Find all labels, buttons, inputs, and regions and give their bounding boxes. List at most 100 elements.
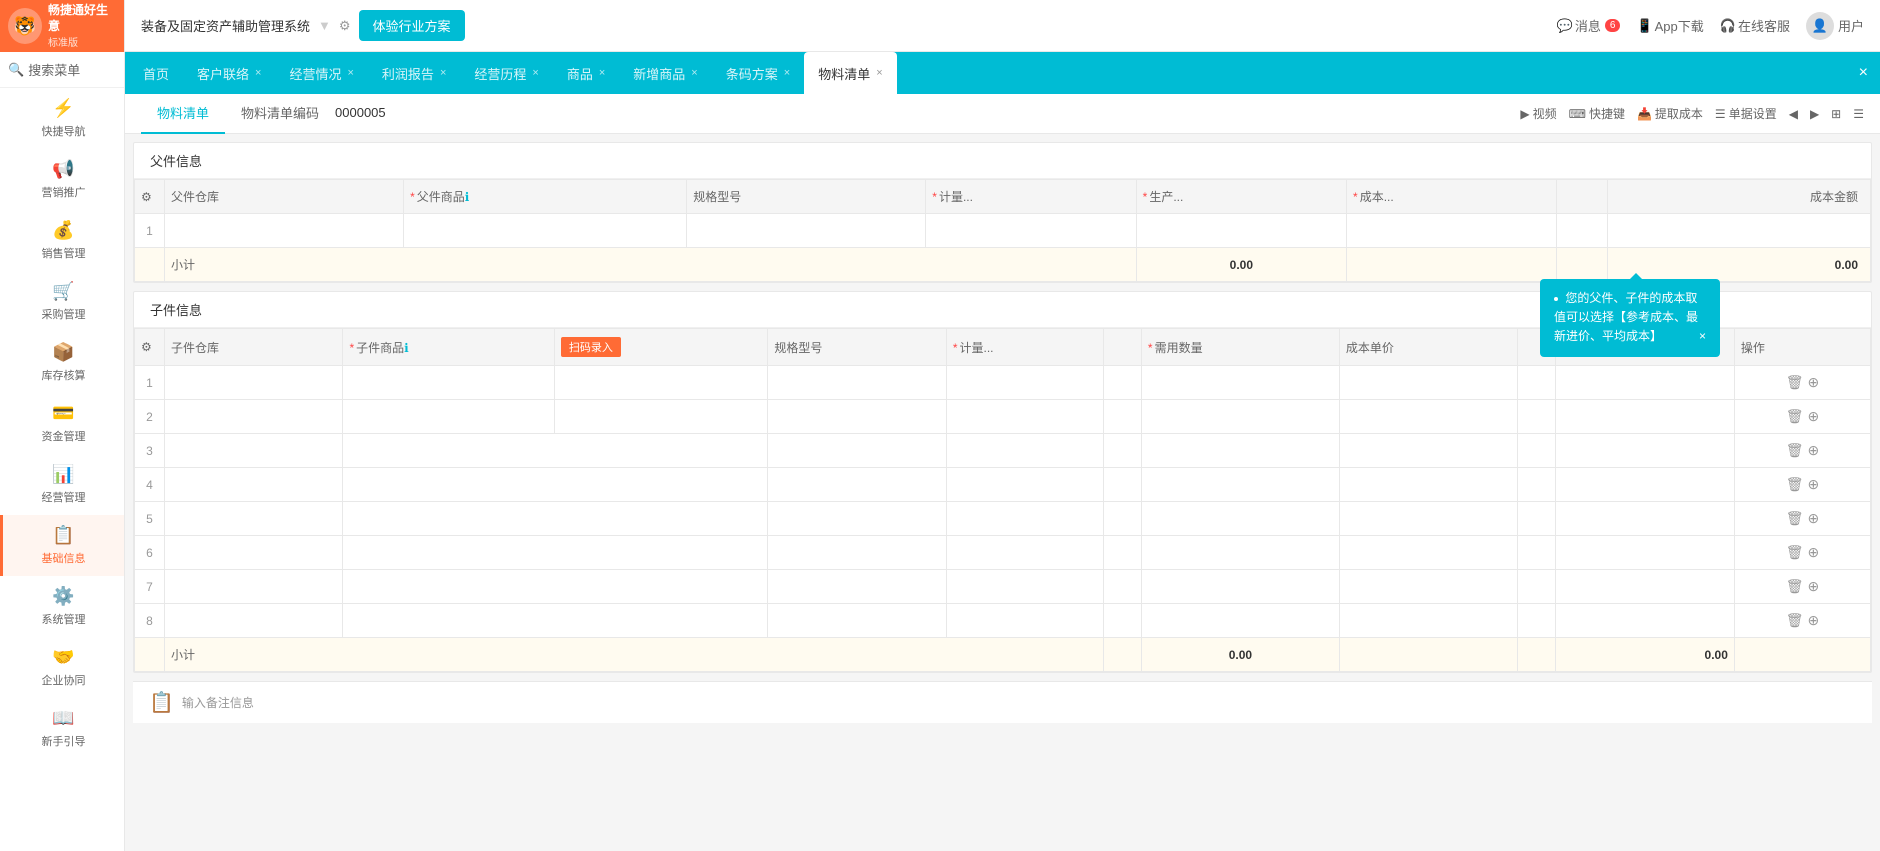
shortcut-btn[interactable]: ⌨ 快捷键 (1569, 105, 1625, 122)
parent-col-setting[interactable]: ⚙ (135, 180, 165, 214)
sidebar-item-basic[interactable]: 📋 基础信息 (0, 515, 124, 576)
delete-icon-6[interactable]: 🗑 (1786, 544, 1804, 561)
child-row-4-need-qty[interactable] (1141, 468, 1339, 502)
tab-home[interactable]: 首页 (129, 52, 183, 94)
copy-icon-6[interactable]: ⊕ (1807, 544, 1819, 561)
child-row-2-need-qty[interactable] (1141, 400, 1339, 434)
scan-input-btn[interactable]: 扫码录入 (561, 337, 621, 357)
tab-profit[interactable]: 利润报告 × (368, 52, 460, 94)
child-row-3-spec[interactable] (768, 434, 946, 468)
search-menu-item[interactable]: 🔍 搜索菜单 (0, 52, 124, 88)
parent-row-1-produce[interactable] (1136, 214, 1346, 248)
child-row-1-unit-cost[interactable] (1339, 366, 1517, 400)
child-row-5-qty[interactable] (946, 502, 1103, 536)
grid-view-btn[interactable]: ⊞ (1831, 107, 1841, 121)
sidebar-item-quick-nav[interactable]: ⚡ 快捷导航 (0, 88, 124, 149)
child-row-4-qty[interactable] (946, 468, 1103, 502)
sub-tab-bom-code[interactable]: 物料清单编码 0000005 (225, 94, 402, 134)
child-row-7-unit-cost[interactable] (1339, 570, 1517, 604)
child-col-scan[interactable]: 扫码录入 (554, 329, 768, 366)
sidebar-item-inventory[interactable]: 📦 库存核算 (0, 332, 124, 393)
parent-row-1-cost[interactable] (1347, 214, 1557, 248)
tab-new-goods[interactable]: 新增商品 × (619, 52, 711, 94)
sidebar-item-marketing[interactable]: 📢 营销推广 (0, 149, 124, 210)
tab-goods-close[interactable]: × (599, 67, 605, 79)
nav-prev[interactable]: ◀ (1789, 107, 1798, 121)
child-row-8-spec[interactable] (768, 604, 946, 638)
child-row-5-need-qty[interactable] (1141, 502, 1339, 536)
child-row-4-goods[interactable] (343, 468, 768, 502)
tab-history[interactable]: 经营历程 × (460, 52, 552, 94)
child-row-2-qty[interactable] (946, 400, 1103, 434)
child-row-8-need-qty[interactable] (1141, 604, 1339, 638)
child-row-2-spec[interactable] (768, 400, 946, 434)
tab-barcode[interactable]: 条码方案 × (712, 52, 804, 94)
tab-new-goods-close[interactable]: × (691, 67, 697, 79)
list-view-btn[interactable]: ☰ (1853, 107, 1864, 121)
tab-customer[interactable]: 客户联络 × (183, 52, 275, 94)
tab-bom-close[interactable]: × (876, 67, 882, 79)
child-col-setting[interactable]: ⚙ (135, 329, 165, 366)
parent-row-1-warehouse[interactable] (165, 214, 404, 248)
parent-row-1-qty[interactable] (926, 214, 1136, 248)
child-row-3-need-qty[interactable] (1141, 434, 1339, 468)
child-row-2-unit-cost[interactable] (1339, 400, 1517, 434)
delete-icon[interactable]: 🗑 (1786, 374, 1804, 391)
tab-bom[interactable]: 物料清单 × (804, 52, 896, 94)
child-row-6-qty[interactable] (946, 536, 1103, 570)
tab-barcode-close[interactable]: × (784, 67, 790, 79)
sidebar-item-finance[interactable]: 💳 资金管理 (0, 393, 124, 454)
delete-icon-4[interactable]: 🗑 (1786, 476, 1804, 493)
child-row-8-qty[interactable] (946, 604, 1103, 638)
sidebar-item-enterprise[interactable]: 🤝 企业协同 (0, 637, 124, 698)
sidebar-item-system[interactable]: ⚙️ 系统管理 (0, 576, 124, 637)
receipt-settings-btn[interactable]: ☰ 单据设置 (1715, 105, 1777, 122)
child-row-6-spec[interactable] (768, 536, 946, 570)
child-row-1-goods[interactable] (343, 366, 554, 400)
tab-goods[interactable]: 商品 × (553, 52, 619, 94)
child-row-8-unit-cost[interactable] (1339, 604, 1517, 638)
tooltip-close-btn[interactable]: × (1699, 327, 1706, 346)
copy-icon-7[interactable]: ⊕ (1807, 578, 1819, 595)
sidebar-item-guide[interactable]: 📖 新手引导 (0, 698, 124, 759)
child-row-6-warehouse[interactable] (165, 536, 343, 570)
sidebar-item-sales[interactable]: 💰 销售管理 (0, 210, 124, 271)
parent-row-1-goods[interactable] (404, 214, 687, 248)
delete-icon-7[interactable]: 🗑 (1786, 578, 1804, 595)
sidebar-item-operation[interactable]: 📊 经营管理 (0, 454, 124, 515)
child-row-1-warehouse[interactable] (165, 366, 343, 400)
child-row-5-unit-cost[interactable] (1339, 502, 1517, 536)
tab-customer-close[interactable]: × (255, 67, 261, 79)
child-row-6-goods[interactable] (343, 536, 768, 570)
copy-icon-3[interactable]: ⊕ (1807, 442, 1819, 459)
parent-row-1-spec[interactable] (687, 214, 926, 248)
child-row-6-need-qty[interactable] (1141, 536, 1339, 570)
video-btn[interactable]: ▶ 视频 (1520, 105, 1556, 122)
tab-operation[interactable]: 经营情况 × (275, 52, 367, 94)
message-item[interactable]: 💬 消息 6 (1557, 16, 1621, 35)
child-row-5-goods[interactable] (343, 502, 768, 536)
child-row-1-spec[interactable] (768, 366, 946, 400)
child-row-2-warehouse[interactable] (165, 400, 343, 434)
child-row-4-warehouse[interactable] (165, 468, 343, 502)
nav-close[interactable]: × (1851, 64, 1876, 82)
child-row-4-spec[interactable] (768, 468, 946, 502)
child-row-7-need-qty[interactable] (1141, 570, 1339, 604)
app-download-item[interactable]: 📱 App下载 (1636, 16, 1703, 35)
copy-icon-8[interactable]: ⊕ (1807, 612, 1819, 629)
sub-tab-bom[interactable]: 物料清单 (141, 94, 225, 134)
tab-history-close[interactable]: × (532, 67, 538, 79)
experience-btn[interactable]: 体验行业方案 (359, 10, 465, 41)
child-row-3-goods[interactable] (343, 434, 768, 468)
sidebar-item-purchase[interactable]: 🛒 采购管理 (0, 271, 124, 332)
child-row-1-qty[interactable] (946, 366, 1103, 400)
tab-profit-close[interactable]: × (440, 67, 446, 79)
child-row-4-unit-cost[interactable] (1339, 468, 1517, 502)
child-row-5-warehouse[interactable] (165, 502, 343, 536)
tab-operation-close[interactable]: × (347, 67, 353, 79)
child-row-3-unit-cost[interactable] (1339, 434, 1517, 468)
child-row-8-warehouse[interactable] (165, 604, 343, 638)
child-row-6-unit-cost[interactable] (1339, 536, 1517, 570)
child-row-1-need-qty[interactable] (1141, 366, 1339, 400)
delete-icon-8[interactable]: 🗑 (1786, 612, 1804, 629)
